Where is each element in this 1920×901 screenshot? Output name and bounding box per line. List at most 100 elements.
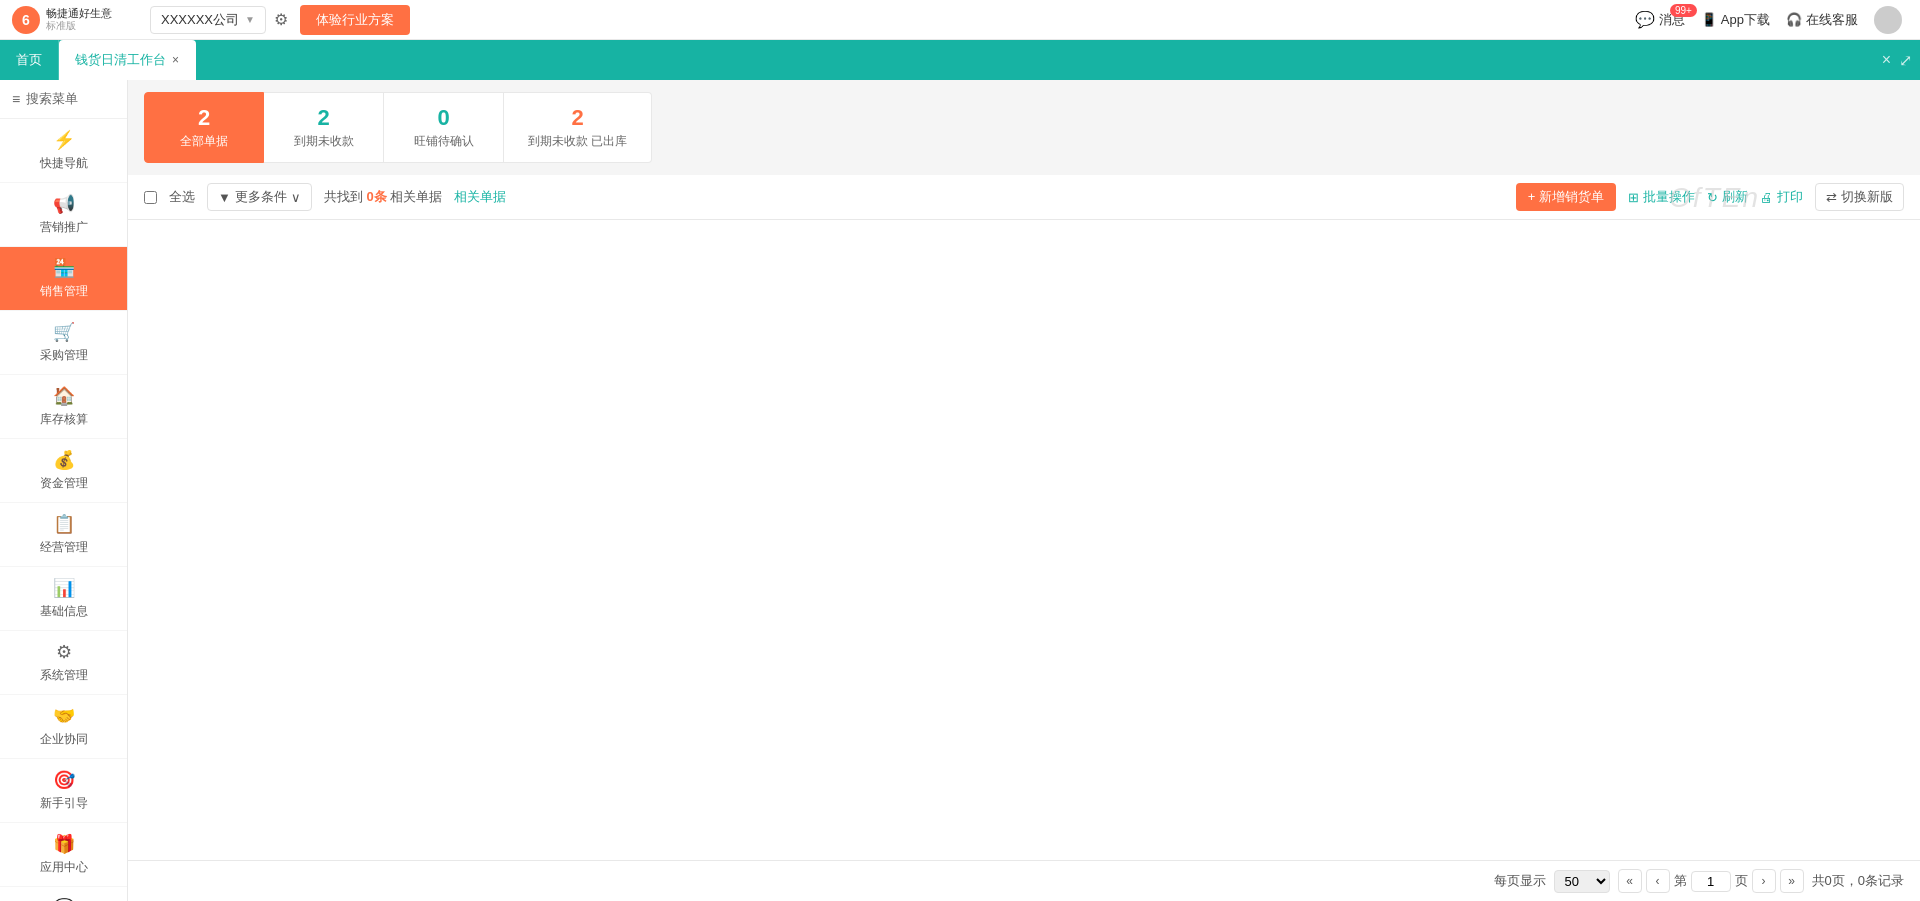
marketing-icon: 📢 bbox=[53, 193, 75, 215]
stat-label-all: 全部单据 bbox=[180, 133, 228, 150]
sidebar-item-nav-label: 快捷导航 bbox=[40, 155, 88, 172]
sidebar-item-enterprise[interactable]: 🤝 企业协同 bbox=[0, 695, 127, 759]
settings-icon[interactable]: ⚙ bbox=[274, 10, 288, 29]
page-size-label: 每页显示 bbox=[1494, 872, 1546, 890]
page-size-select[interactable]: 50 10 20 100 bbox=[1554, 870, 1610, 893]
print-label: 打印 bbox=[1777, 188, 1803, 206]
sidebar-item-nav[interactable]: ⚡ 快捷导航 bbox=[0, 119, 127, 183]
found-count: 0条 bbox=[367, 189, 387, 204]
wechat-icon: 💬 bbox=[53, 897, 75, 901]
sidebar-item-wechat[interactable]: 💬 企业微信 bbox=[0, 887, 127, 901]
sidebar-item-appstore-label: 应用中心 bbox=[40, 859, 88, 876]
page-input[interactable] bbox=[1691, 871, 1731, 892]
pagination-bar: 每页显示 50 10 20 100 « ‹ 第 页 › » 共0页，0条记录 bbox=[128, 860, 1920, 901]
select-all-checkbox[interactable] bbox=[144, 191, 157, 204]
sidebar-item-finance-label: 资金管理 bbox=[40, 475, 88, 492]
sidebar-item-sales[interactable]: 🏪 销售管理 bbox=[0, 247, 127, 311]
stat-number-pending: 0 bbox=[437, 105, 449, 131]
tab-work-label: 钱货日清工作台 bbox=[75, 51, 166, 69]
toolbar-right: + 新增销货单 ⊞ 批量操作 ↻ 刷新 🖨 打印 ⇄ 切换新版 bbox=[1516, 183, 1904, 211]
operation-icon: 📋 bbox=[53, 513, 75, 535]
page-label: 第 bbox=[1674, 872, 1687, 890]
app-download-label: App下载 bbox=[1721, 11, 1770, 29]
menu-search-icon: ≡ bbox=[12, 91, 20, 107]
company-selector[interactable]: XXXXXX公司 ▼ bbox=[150, 6, 266, 34]
stat-number-shipped: 2 bbox=[572, 105, 584, 131]
print-button[interactable]: 🖨 打印 bbox=[1760, 188, 1803, 206]
stat-number-all: 2 bbox=[198, 105, 210, 131]
inventory-icon: 🏠 bbox=[53, 385, 75, 407]
finance-icon: 💰 bbox=[53, 449, 75, 471]
switch-label: 切换新版 bbox=[1841, 188, 1893, 206]
tab-work[interactable]: 钱货日清工作台 × bbox=[59, 40, 196, 80]
refresh-label: 刷新 bbox=[1722, 188, 1748, 206]
sidebar-item-basic[interactable]: 📊 基础信息 bbox=[0, 567, 127, 631]
close-window-icon[interactable]: × bbox=[1882, 51, 1891, 69]
stat-card-overdue[interactable]: 2 到期未收款 bbox=[264, 92, 384, 163]
appstore-icon: 🎁 bbox=[53, 833, 75, 855]
last-page-button[interactable]: » bbox=[1780, 869, 1804, 893]
related-orders-link[interactable]: 相关单据 bbox=[454, 188, 506, 206]
first-page-button[interactable]: « bbox=[1618, 869, 1642, 893]
sidebar-item-guide-label: 新手引导 bbox=[40, 795, 88, 812]
switch-version-button[interactable]: ⇄ 切换新版 bbox=[1815, 183, 1904, 211]
refresh-icon: ↻ bbox=[1707, 190, 1718, 205]
sidebar-item-sales-label: 销售管理 bbox=[40, 283, 88, 300]
app-icon: 📱 bbox=[1701, 12, 1717, 27]
sidebar-item-guide[interactable]: 🎯 新手引导 bbox=[0, 759, 127, 823]
service-label: 在线客服 bbox=[1806, 11, 1858, 29]
system-icon: ⚙ bbox=[56, 641, 72, 663]
stat-label-overdue: 到期未收款 bbox=[294, 133, 354, 150]
avatar bbox=[1874, 6, 1902, 34]
sidebar-item-operation-label: 经营管理 bbox=[40, 539, 88, 556]
trial-button[interactable]: 体验行业方案 bbox=[300, 5, 410, 35]
sidebar-item-marketing[interactable]: 📢 营销推广 bbox=[0, 183, 127, 247]
tab-bar: 首页 钱货日清工作台 × × ⤢ bbox=[0, 40, 1920, 80]
sales-icon: 🏪 bbox=[53, 257, 75, 279]
logo-text: 畅捷通好生意 标准版 bbox=[46, 7, 112, 32]
stat-card-pending[interactable]: 0 旺铺待确认 bbox=[384, 92, 504, 163]
sidebar-item-system[interactable]: ⚙ 系统管理 bbox=[0, 631, 127, 695]
sidebar: ≡ 搜索菜单 ⚡ 快捷导航 📢 营销推广 🏪 销售管理 🛒 采购管理 🏠 库存核… bbox=[0, 80, 128, 901]
message-icon: 💬 bbox=[1635, 10, 1655, 29]
batch-icon: ⊞ bbox=[1628, 190, 1639, 205]
chevron-down-icon: ▼ bbox=[245, 14, 255, 25]
filter-button[interactable]: ▼ 更多条件 ∨ bbox=[207, 183, 312, 211]
avatar-area[interactable] bbox=[1874, 6, 1908, 34]
sidebar-item-operation[interactable]: 📋 经营管理 bbox=[0, 503, 127, 567]
sidebar-item-finance[interactable]: 💰 资金管理 bbox=[0, 439, 127, 503]
sidebar-item-marketing-label: 营销推广 bbox=[40, 219, 88, 236]
tab-close-icon[interactable]: × bbox=[172, 53, 179, 67]
found-text: 共找到 0条 相关单据 bbox=[324, 188, 442, 206]
page-nav: « ‹ 第 页 › » bbox=[1618, 869, 1804, 893]
content-area: 2 全部单据 2 到期未收款 0 旺铺待确认 2 到期未收款 已出库 全选 ▼ … bbox=[128, 80, 1920, 901]
filter-icon: ▼ bbox=[218, 190, 231, 205]
stat-card-shipped[interactable]: 2 到期未收款 已出库 bbox=[504, 92, 652, 163]
next-page-button[interactable]: › bbox=[1752, 869, 1776, 893]
notification-area[interactable]: 💬 消息 99+ bbox=[1635, 10, 1685, 29]
headset-icon: 🎧 bbox=[1786, 12, 1802, 27]
refresh-button[interactable]: ↻ 刷新 bbox=[1707, 188, 1748, 206]
tab-home-label: 首页 bbox=[16, 51, 42, 69]
sidebar-item-appstore[interactable]: 🎁 应用中心 bbox=[0, 823, 127, 887]
table-area bbox=[128, 220, 1920, 860]
tab-home[interactable]: 首页 bbox=[0, 40, 59, 80]
sidebar-item-system-label: 系统管理 bbox=[40, 667, 88, 684]
logo-area: 6 畅捷通好生意 标准版 bbox=[12, 6, 140, 34]
search-menu-item[interactable]: ≡ 搜索菜单 bbox=[0, 80, 127, 119]
stat-card-all[interactable]: 2 全部单据 bbox=[144, 92, 264, 163]
sidebar-item-purchase[interactable]: 🛒 采购管理 bbox=[0, 311, 127, 375]
online-service-area[interactable]: 🎧 在线客服 bbox=[1786, 11, 1858, 29]
company-name: XXXXXX公司 bbox=[161, 11, 239, 29]
expand-icon[interactable]: ⤢ bbox=[1899, 51, 1912, 70]
nav-icon: ⚡ bbox=[53, 129, 75, 151]
add-order-button[interactable]: + 新增销货单 bbox=[1516, 183, 1616, 211]
sidebar-item-inventory[interactable]: 🏠 库存核算 bbox=[0, 375, 127, 439]
tab-controls: × ⤢ bbox=[1882, 40, 1920, 80]
batch-button[interactable]: ⊞ 批量操作 bbox=[1628, 188, 1695, 206]
app-download-area[interactable]: 📱 App下载 bbox=[1701, 11, 1770, 29]
prev-page-button[interactable]: ‹ bbox=[1646, 869, 1670, 893]
purchase-icon: 🛒 bbox=[53, 321, 75, 343]
stat-label-pending: 旺铺待确认 bbox=[414, 133, 474, 150]
total-text: 共0页，0条记录 bbox=[1812, 872, 1904, 890]
